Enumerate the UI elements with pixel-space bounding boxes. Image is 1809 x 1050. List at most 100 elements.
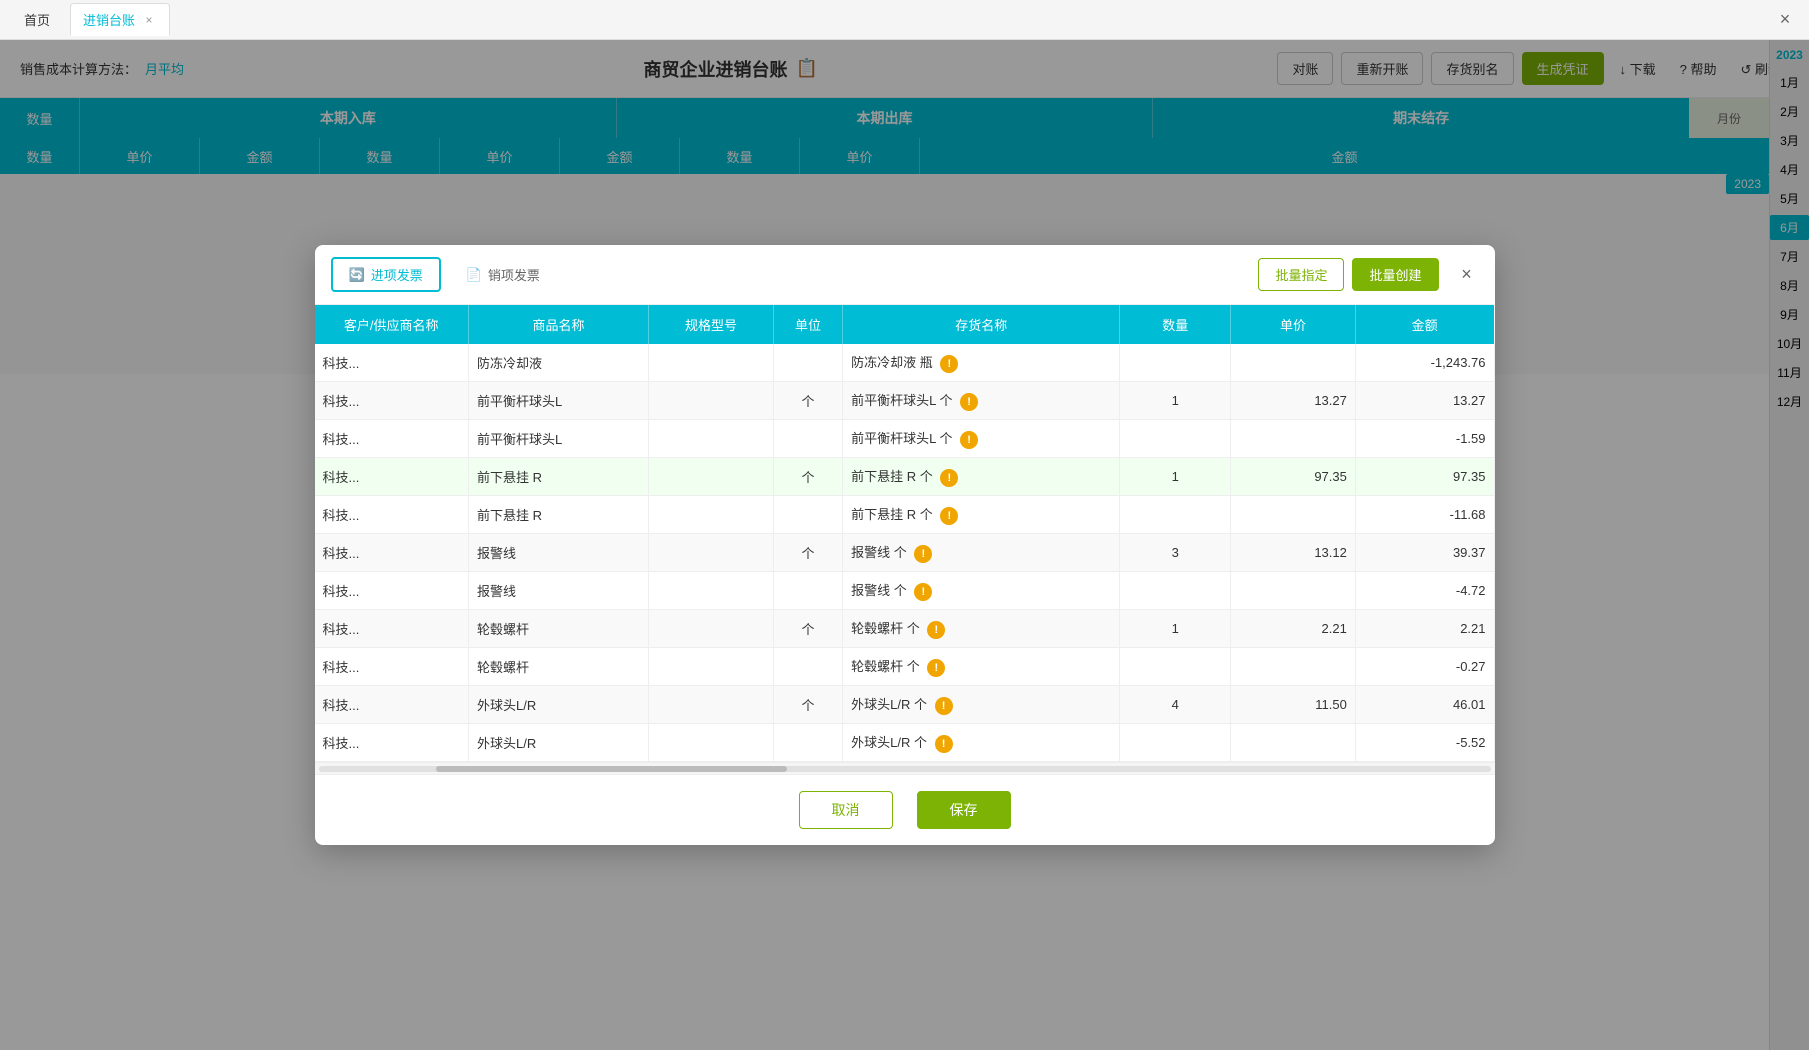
td-supplier: 科技... (315, 686, 469, 724)
td-amount: -11.68 (1355, 496, 1494, 534)
table-row[interactable]: 科技... 外球头L/R 个 外球头L/R 个 ! 4 11.50 46.01 (315, 686, 1495, 724)
td-spec (649, 496, 774, 534)
td-product: 报警线 (468, 572, 648, 610)
warning-icon: ! (927, 659, 945, 677)
td-qty (1120, 496, 1231, 534)
td-supplier: 科技... (315, 420, 469, 458)
table-row[interactable]: 科技... 前平衡杆球头L 个 前平衡杆球头L 个 ! 1 13.27 13.2… (315, 382, 1495, 420)
td-product: 防冻冷却液 (468, 344, 648, 382)
modal-header-actions: 批量指定 批量创建 (1258, 258, 1438, 291)
td-supplier: 科技... (315, 724, 469, 762)
warning-icon: ! (914, 545, 932, 563)
td-inventory: 前下悬挂 R 个 ! (843, 496, 1120, 534)
td-qty (1120, 344, 1231, 382)
purchase-tab-label: 进项发票 (371, 265, 423, 284)
batch-create-button[interactable]: 批量创建 (1352, 258, 1438, 291)
table-row[interactable]: 科技... 外球头L/R 外球头L/R 个 ! -5.52 (315, 724, 1495, 762)
td-price: 97.35 (1231, 458, 1356, 496)
td-amount: -5.52 (1355, 724, 1494, 762)
table-row[interactable]: 科技... 轮毂螺杆 轮毂螺杆 个 ! -0.27 (315, 648, 1495, 686)
table-row[interactable]: 科技... 轮毂螺杆 个 轮毂螺杆 个 ! 1 2.21 2.21 (315, 610, 1495, 648)
save-button[interactable]: 保存 (917, 791, 1011, 829)
tab-purchase-invoice[interactable]: 🔄 进项发票 (331, 257, 441, 292)
table-row[interactable]: 科技... 前下悬挂 R 个 前下悬挂 R 个 ! 1 97.35 97.35 (315, 458, 1495, 496)
td-product: 轮毂螺杆 (468, 648, 648, 686)
td-spec (649, 420, 774, 458)
th-price: 单价 (1231, 305, 1356, 344)
td-qty: 4 (1120, 686, 1231, 724)
td-price (1231, 496, 1356, 534)
td-supplier: 科技... (315, 458, 469, 496)
td-qty: 1 (1120, 458, 1231, 496)
td-price: 13.27 (1231, 382, 1356, 420)
td-supplier: 科技... (315, 496, 469, 534)
tab-home[interactable]: 首页 (8, 4, 66, 35)
th-supplier: 客户/供应商名称 (315, 305, 469, 344)
td-amount: -0.27 (1355, 648, 1494, 686)
td-unit: 个 (773, 686, 842, 724)
table-row[interactable]: 科技... 前下悬挂 R 前下悬挂 R 个 ! -11.68 (315, 496, 1495, 534)
batch-assign-button[interactable]: 批量指定 (1258, 258, 1344, 291)
td-supplier: 科技... (315, 572, 469, 610)
td-price (1231, 572, 1356, 610)
table-row[interactable]: 科技... 报警线 个 报警线 个 ! 3 13.12 39.37 (315, 534, 1495, 572)
td-product: 报警线 (468, 534, 648, 572)
td-unit: 个 (773, 610, 842, 648)
td-inventory: 前下悬挂 R 个 ! (843, 458, 1120, 496)
td-supplier: 科技... (315, 610, 469, 648)
invoice-table: 客户/供应商名称 商品名称 规格型号 单位 存货名称 数量 单价 金额 科技..… (315, 305, 1495, 762)
warning-icon: ! (935, 735, 953, 753)
td-inventory: 报警线 个 ! (843, 572, 1120, 610)
td-inventory: 外球头L/R 个 ! (843, 724, 1120, 762)
td-spec (649, 458, 774, 496)
td-spec (649, 686, 774, 724)
horizontal-scrollbar[interactable] (315, 762, 1495, 774)
td-product: 前下悬挂 R (468, 496, 648, 534)
table-row[interactable]: 科技... 前平衡杆球头L 前平衡杆球头L 个 ! -1.59 (315, 420, 1495, 458)
td-supplier: 科技... (315, 382, 469, 420)
scrollbar-track (319, 766, 1491, 772)
td-qty (1120, 572, 1231, 610)
td-inventory: 轮毂螺杆 个 ! (843, 610, 1120, 648)
window-close-button[interactable]: × (1769, 4, 1801, 36)
th-inventory: 存货名称 (843, 305, 1120, 344)
td-amount: 97.35 (1355, 458, 1494, 496)
th-product: 商品名称 (468, 305, 648, 344)
tab-close-icon[interactable]: × (141, 12, 157, 28)
cancel-button[interactable]: 取消 (799, 791, 893, 829)
th-unit: 单位 (773, 305, 842, 344)
table-row[interactable]: 科技... 防冻冷却液 防冻冷却液 瓶 ! -1,243.76 (315, 344, 1495, 382)
td-unit (773, 724, 842, 762)
td-inventory: 轮毂螺杆 个 ! (843, 648, 1120, 686)
td-product: 前平衡杆球头L (468, 420, 648, 458)
td-unit: 个 (773, 534, 842, 572)
td-product: 前平衡杆球头L (468, 382, 648, 420)
modal-overlay: 🔄 进项发票 📄 销项发票 批量指定 批量创建 × (0, 40, 1809, 1050)
warning-icon: ! (960, 431, 978, 449)
modal-table[interactable]: 客户/供应商名称 商品名称 规格型号 单位 存货名称 数量 单价 金额 科技..… (315, 305, 1495, 762)
td-unit (773, 496, 842, 534)
td-qty (1120, 724, 1231, 762)
td-product: 外球头L/R (468, 724, 648, 762)
td-inventory: 外球头L/R 个 ! (843, 686, 1120, 724)
warning-icon: ! (960, 393, 978, 411)
purchase-tab-icon: 🔄 (349, 267, 365, 283)
td-price: 11.50 (1231, 686, 1356, 724)
td-unit (773, 648, 842, 686)
sales-tab-label: 销项发票 (488, 265, 540, 284)
td-qty: 3 (1120, 534, 1231, 572)
warning-icon: ! (927, 621, 945, 639)
td-amount: 39.37 (1355, 534, 1494, 572)
tab-active[interactable]: 进销台账 × (70, 3, 170, 36)
td-inventory: 前平衡杆球头L 个 ! (843, 382, 1120, 420)
td-spec (649, 610, 774, 648)
table-row[interactable]: 科技... 报警线 报警线 个 ! -4.72 (315, 572, 1495, 610)
td-amount: -4.72 (1355, 572, 1494, 610)
modal-close-button[interactable]: × (1455, 263, 1479, 287)
sales-tab-icon: 📄 (466, 267, 482, 283)
td-amount: 46.01 (1355, 686, 1494, 724)
td-product: 前下悬挂 R (468, 458, 648, 496)
td-amount: 13.27 (1355, 382, 1494, 420)
tab-sales-invoice[interactable]: 📄 销项发票 (449, 258, 557, 291)
td-product: 轮毂螺杆 (468, 610, 648, 648)
